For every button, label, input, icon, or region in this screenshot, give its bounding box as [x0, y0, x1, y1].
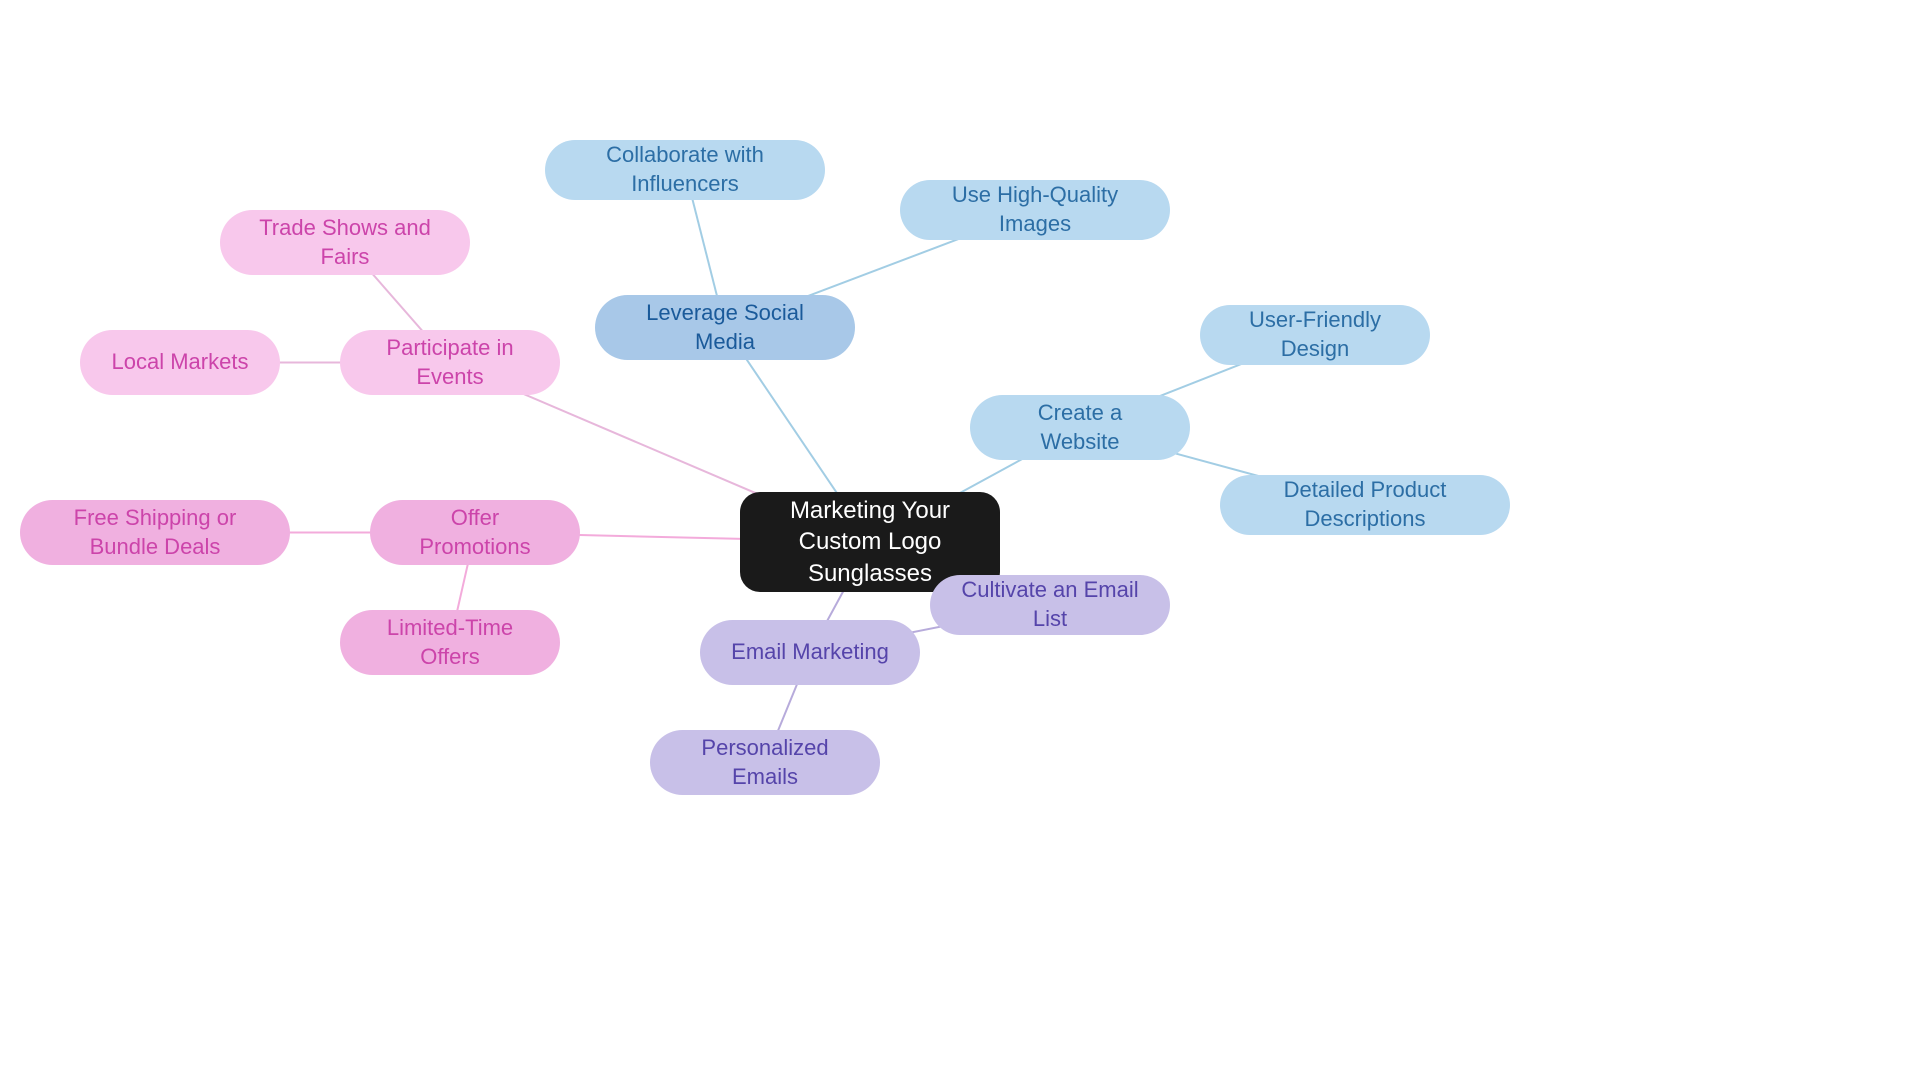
- collaborate-influencers-node: Collaborate with Influencers: [545, 140, 825, 200]
- offer-promotions-node: Offer Promotions: [370, 500, 580, 565]
- mindmap-container: Marketing Your Custom Logo SunglassesLev…: [0, 0, 1920, 1083]
- leverage-social-media-node: Leverage Social Media: [595, 295, 855, 360]
- trade-shows-fairs-node: Trade Shows and Fairs: [220, 210, 470, 275]
- personalized-emails-node: Personalized Emails: [650, 730, 880, 795]
- participate-in-events-node: Participate in Events: [340, 330, 560, 395]
- local-markets-node: Local Markets: [80, 330, 280, 395]
- email-marketing-node: Email Marketing: [700, 620, 920, 685]
- create-website-node: Create a Website: [970, 395, 1190, 460]
- detailed-product-descriptions-node: Detailed Product Descriptions: [1220, 475, 1510, 535]
- user-friendly-design-node: User-Friendly Design: [1200, 305, 1430, 365]
- free-shipping-bundle-node: Free Shipping or Bundle Deals: [20, 500, 290, 565]
- use-high-quality-images-node: Use High-Quality Images: [900, 180, 1170, 240]
- limited-time-offers-node: Limited-Time Offers: [340, 610, 560, 675]
- cultivate-email-list-node: Cultivate an Email List: [930, 575, 1170, 635]
